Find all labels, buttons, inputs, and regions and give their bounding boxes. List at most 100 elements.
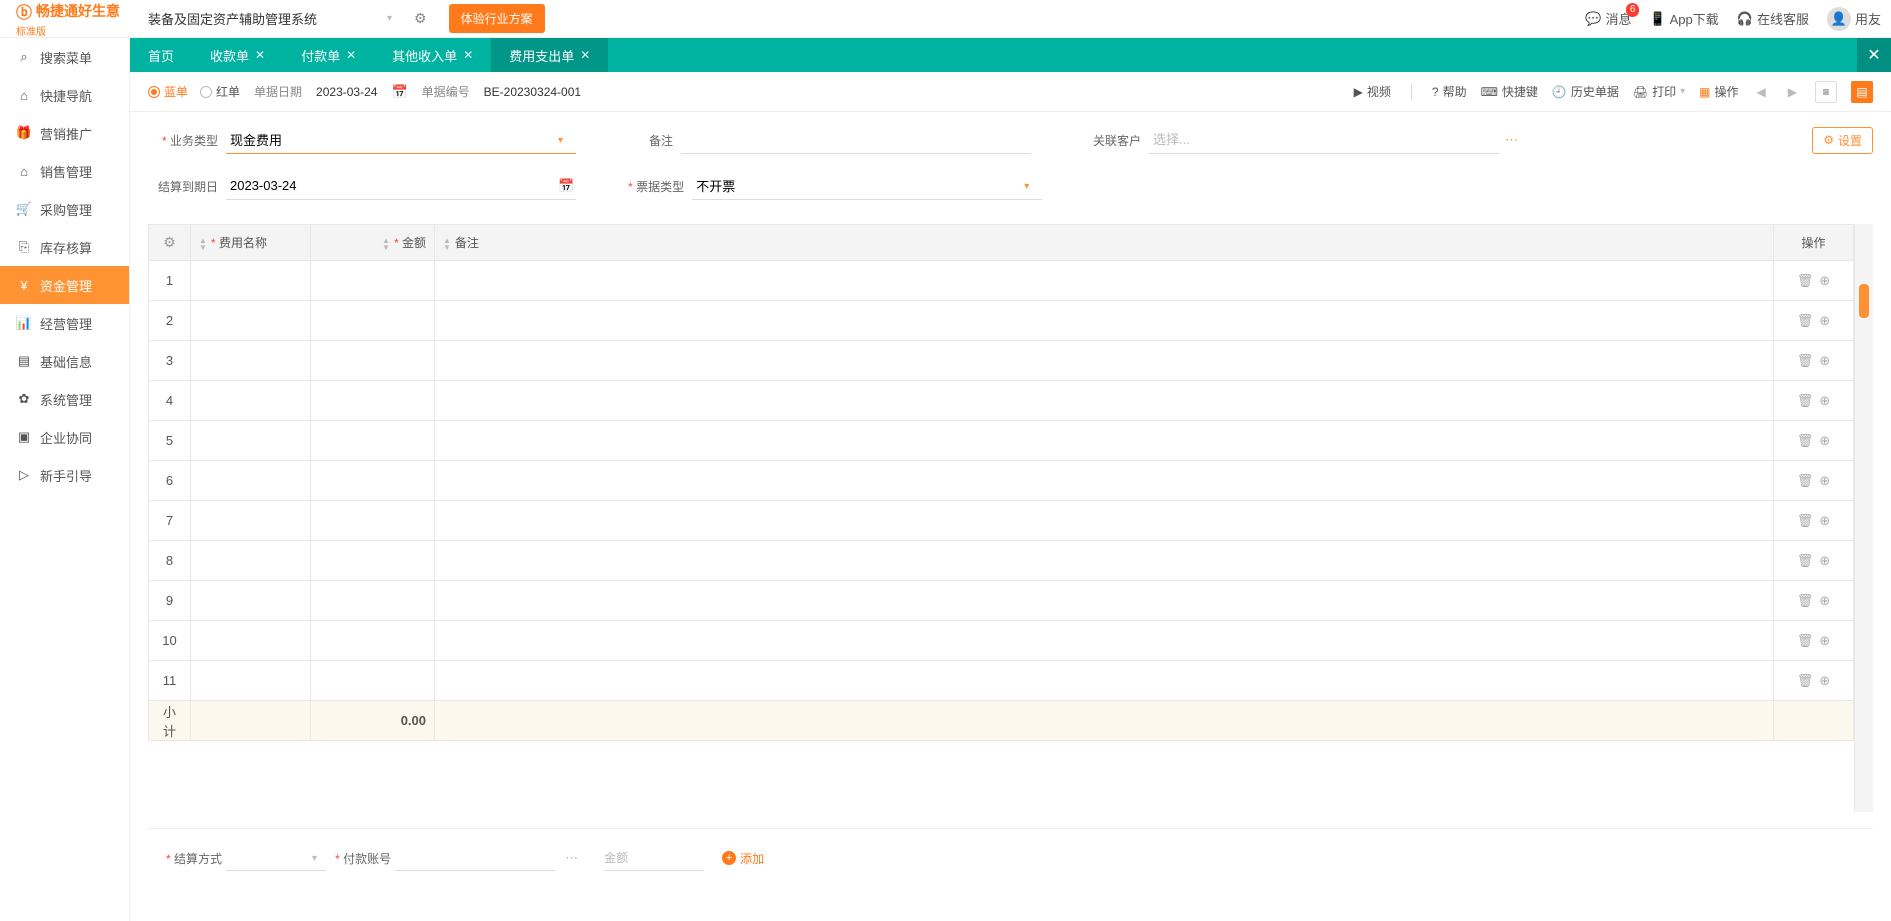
sidebar-item-0[interactable]: ⌕搜索菜单	[0, 38, 129, 76]
grid-header-amount[interactable]: ▲▼* 金额	[311, 225, 435, 261]
settle-due-input[interactable]	[226, 172, 576, 200]
more-icon[interactable]: ⋯	[1499, 132, 1526, 148]
tab-3[interactable]: 其他收入单✕	[374, 38, 491, 72]
sidebar-item-8[interactable]: ▤基础信息	[0, 342, 129, 380]
cell-amount[interactable]	[311, 301, 435, 341]
history-link[interactable]: 🕘历史单据	[1552, 83, 1619, 100]
help-link[interactable]: ?帮助	[1432, 83, 1467, 100]
cell-name[interactable]	[191, 621, 311, 661]
cell-amount[interactable]	[311, 621, 435, 661]
table-row[interactable]: 3🗑⊕	[149, 341, 1854, 381]
table-row[interactable]: 1🗑⊕	[149, 261, 1854, 301]
table-row[interactable]: 8🗑⊕	[149, 541, 1854, 581]
delete-icon[interactable]: 🗑	[1797, 673, 1814, 688]
tab-0[interactable]: 首页	[130, 38, 192, 72]
cell-amount[interactable]	[311, 421, 435, 461]
delete-icon[interactable]: 🗑	[1797, 393, 1814, 408]
table-row[interactable]: 9🗑⊕	[149, 581, 1854, 621]
cell-amount[interactable]	[311, 461, 435, 501]
more-icon[interactable]: ⋯	[559, 850, 586, 866]
calendar-icon[interactable]: 📅	[391, 84, 407, 100]
copy-icon[interactable]: ⊕	[1819, 353, 1830, 368]
cell-amount[interactable]	[311, 581, 435, 621]
rel-cust-input[interactable]	[1149, 126, 1499, 154]
cell-note[interactable]	[435, 381, 1774, 421]
try-plan-button[interactable]: 体验行业方案	[449, 4, 545, 33]
cell-name[interactable]	[191, 341, 311, 381]
cell-note[interactable]	[435, 461, 1774, 501]
message-link[interactable]: 💬 消息 6	[1585, 9, 1631, 28]
sidebar-item-2[interactable]: 🎁营销推广	[0, 114, 129, 152]
cell-name[interactable]	[191, 261, 311, 301]
cell-amount[interactable]	[311, 341, 435, 381]
print-link[interactable]: 🖨打印▾	[1633, 83, 1685, 100]
copy-icon[interactable]: ⊕	[1819, 553, 1830, 568]
table-row[interactable]: 11🗑⊕	[149, 661, 1854, 701]
system-selector[interactable]: 装备及固定资产辅助管理系统	[148, 9, 317, 28]
copy-icon[interactable]: ⊕	[1819, 673, 1830, 688]
grid-header-gear[interactable]: ⚙	[149, 225, 191, 261]
sidebar-item-9[interactable]: ✿系统管理	[0, 380, 129, 418]
cell-note[interactable]	[435, 621, 1774, 661]
table-row[interactable]: 5🗑⊕	[149, 421, 1854, 461]
amount-input[interactable]	[604, 845, 704, 871]
sidebar-item-6[interactable]: ¥资金管理	[0, 266, 129, 304]
copy-icon[interactable]: ⊕	[1819, 593, 1830, 608]
sidebar-item-5[interactable]: ⎘库存核算	[0, 228, 129, 266]
radio-blue-doc[interactable]: 蓝单	[148, 83, 188, 100]
video-link[interactable]: ▶视频	[1354, 83, 1391, 100]
sidebar-item-11[interactable]: ▷新手引导	[0, 456, 129, 494]
cell-name[interactable]	[191, 661, 311, 701]
table-row[interactable]: 2🗑⊕	[149, 301, 1854, 341]
shortcut-link[interactable]: ⌨快捷键	[1481, 83, 1538, 100]
cell-name[interactable]	[191, 381, 311, 421]
next-doc-button[interactable]: ▶	[1784, 85, 1801, 99]
cell-name[interactable]	[191, 501, 311, 541]
cell-note[interactable]	[435, 541, 1774, 581]
gear-icon[interactable]: ⚙	[414, 10, 427, 27]
copy-icon[interactable]: ⊕	[1819, 393, 1830, 408]
cell-note[interactable]	[435, 261, 1774, 301]
close-icon[interactable]: ✕	[346, 48, 356, 62]
radio-red-doc[interactable]: 红单	[200, 83, 240, 100]
add-row-button[interactable]: + 添加	[722, 850, 764, 867]
table-row[interactable]: 10🗑⊕	[149, 621, 1854, 661]
cell-amount[interactable]	[311, 381, 435, 421]
sidebar-item-4[interactable]: 🛒采购管理	[0, 190, 129, 228]
tab-1[interactable]: 收款单✕	[192, 38, 283, 72]
copy-icon[interactable]: ⊕	[1819, 473, 1830, 488]
biz-type-input[interactable]	[226, 126, 576, 154]
cell-amount[interactable]	[311, 261, 435, 301]
prev-doc-button[interactable]: ◀	[1753, 85, 1770, 99]
close-icon[interactable]: ✕	[255, 48, 265, 62]
cell-note[interactable]	[435, 501, 1774, 541]
tab-2[interactable]: 付款单✕	[283, 38, 374, 72]
view-list-button[interactable]: ≡	[1815, 81, 1837, 103]
view-card-button[interactable]: ▤	[1851, 81, 1873, 103]
copy-icon[interactable]: ⊕	[1819, 273, 1830, 288]
grid-header-note[interactable]: ▲▼备注	[435, 225, 1774, 261]
delete-icon[interactable]: 🗑	[1797, 633, 1814, 648]
cell-note[interactable]	[435, 301, 1774, 341]
delete-icon[interactable]: 🗑	[1797, 553, 1814, 568]
online-service-link[interactable]: 🎧 在线客服	[1737, 9, 1809, 28]
table-row[interactable]: 6🗑⊕	[149, 461, 1854, 501]
close-icon[interactable]: ✕	[463, 48, 473, 62]
invoice-type-input[interactable]	[692, 172, 1042, 200]
app-download-link[interactable]: 📱 App下载	[1649, 9, 1718, 28]
sidebar-item-7[interactable]: 📊经营管理	[0, 304, 129, 342]
delete-icon[interactable]: 🗑	[1797, 433, 1814, 448]
copy-icon[interactable]: ⊕	[1819, 633, 1830, 648]
delete-icon[interactable]: 🗑	[1797, 513, 1814, 528]
delete-icon[interactable]: 🗑	[1797, 593, 1814, 608]
delete-icon[interactable]: 🗑	[1797, 353, 1814, 368]
user-menu[interactable]: 👤 用友	[1827, 7, 1881, 31]
table-row[interactable]: 7🗑⊕	[149, 501, 1854, 541]
cell-name[interactable]	[191, 301, 311, 341]
sidebar-item-3[interactable]: ⌂销售管理	[0, 152, 129, 190]
doc-date-value[interactable]: 2023-03-24	[316, 85, 377, 99]
calendar-icon[interactable]: 📅	[558, 178, 574, 194]
cell-name[interactable]	[191, 581, 311, 621]
cell-name[interactable]	[191, 421, 311, 461]
copy-icon[interactable]: ⊕	[1819, 513, 1830, 528]
